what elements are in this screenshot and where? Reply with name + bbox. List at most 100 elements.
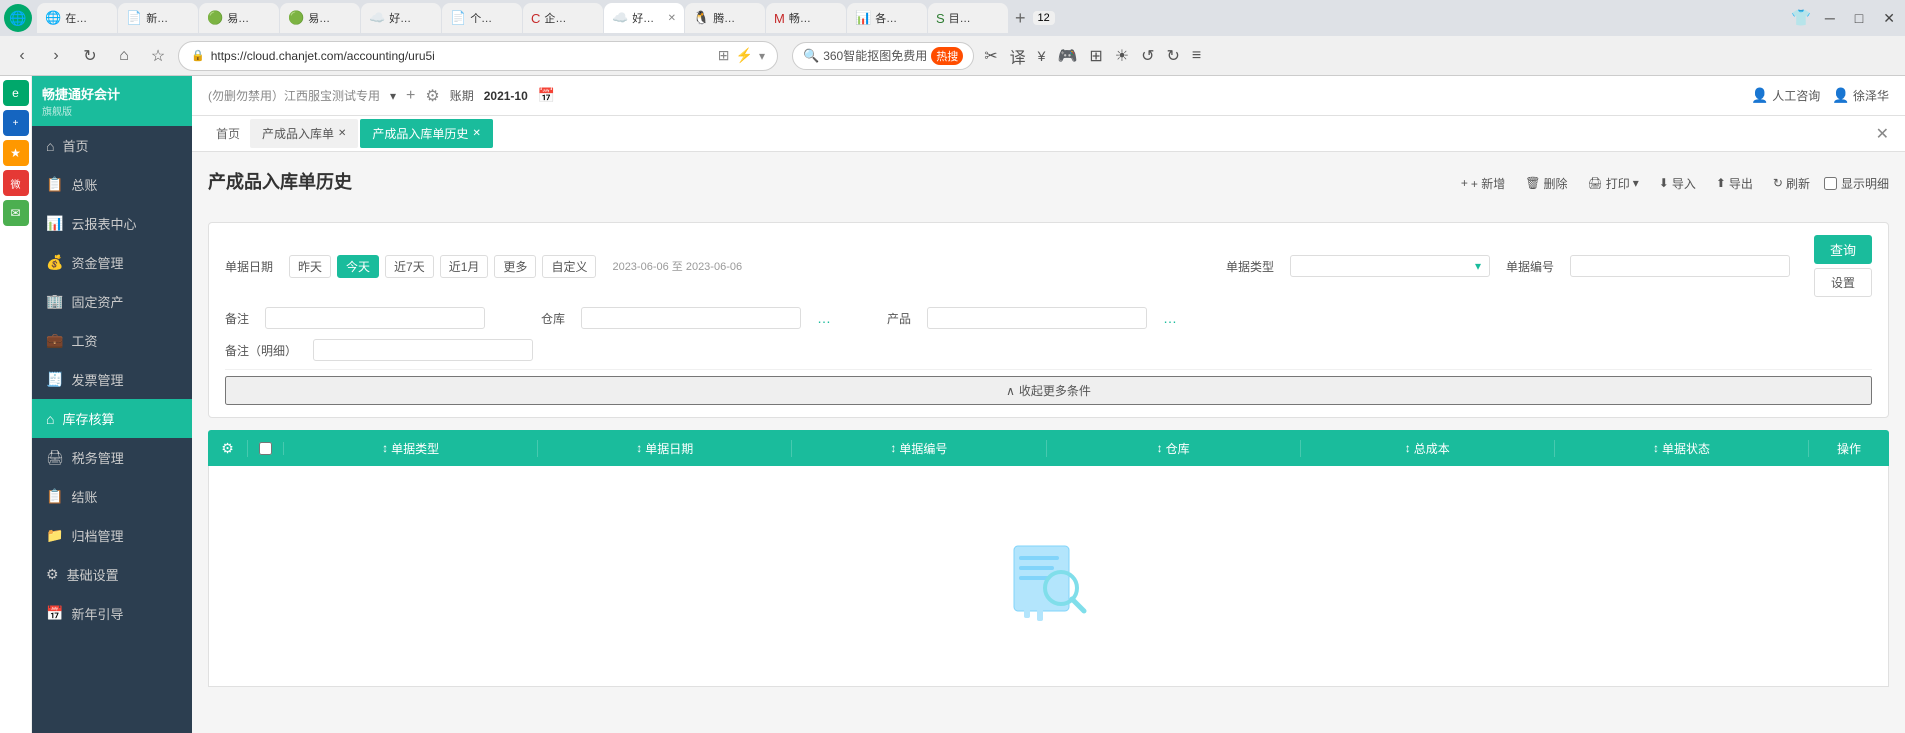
sidebar-item-fixed-assets[interactable]: 🏢 固定资产 [32,282,192,321]
sidebar-item-new-period[interactable]: 📅 新年引导 [32,594,192,633]
remark-input[interactable] [265,307,485,329]
tab-8-active[interactable]: ☁️ 好… ✕ [604,3,684,33]
shirt-icon[interactable]: 👕 [1791,8,1811,28]
maximize-button[interactable]: □ [1849,8,1869,28]
sidebar-item-fund[interactable]: 💰 资金管理 [32,243,192,282]
voucher-type-select[interactable]: ▾ [1290,255,1490,277]
redo-icon[interactable]: ↻ [1165,44,1182,68]
th-warehouse[interactable]: ↕ 仓库 [1047,440,1301,457]
th-checkbox[interactable] [248,442,284,455]
app-icon-360[interactable]: e [3,80,29,106]
tab-7[interactable]: C 企… [523,3,603,33]
print-button[interactable]: 🖨 打印 ▾ [1581,172,1644,195]
grid-apps-icon[interactable]: ⊞ [1087,44,1104,68]
select-all-checkbox[interactable] [259,442,272,455]
th-status[interactable]: ↕ 单据状态 [1555,440,1809,457]
export-button[interactable]: ⬆ 导出 [1710,172,1759,195]
new-tab-button[interactable]: + [1009,8,1032,29]
sidebar-item-payroll[interactable]: 💼 工资 [32,321,192,360]
remark-detail-input[interactable] [313,339,533,361]
close-panel-button[interactable]: ✕ [1876,124,1889,144]
delete-button[interactable]: 🗑 删除 [1519,172,1573,195]
th-voucher-type[interactable]: ↕ 单据类型 [284,440,538,457]
sidebar-item-basic-settings[interactable]: ⚙ 基础设置 [32,555,192,594]
add-company-button[interactable]: + [406,87,415,105]
product-dots[interactable]: … [1163,310,1177,326]
sidebar-item-home[interactable]: ⌂ 首页 [32,126,192,165]
minimize-button[interactable]: ─ [1819,8,1841,28]
th-voucher-date[interactable]: ↕ 单据日期 [538,440,792,457]
search-bar[interactable]: 🔍 360智能抠图免费用 热搜 [792,42,974,70]
tab-11[interactable]: 📊 各… [847,3,927,33]
filter-settings-button[interactable]: 设置 [1814,268,1872,297]
show-detail-checkbox[interactable] [1824,177,1837,190]
calendar-button[interactable]: 📅 [538,87,555,104]
bookmark-button[interactable]: ☆ [144,42,172,70]
product-input[interactable] [927,307,1147,329]
tab-5[interactable]: ☁️ 好… [361,3,441,33]
tab-10[interactable]: M 畅… [766,3,846,33]
tab-list[interactable]: 产成品入库单 ✕ [250,119,358,148]
grid-icon[interactable]: ⊞ [718,47,730,64]
date-today[interactable]: 今天 [337,255,379,278]
game-icon[interactable]: 🎮 [1055,44,1079,68]
yuan-icon[interactable]: ¥ [1036,46,1048,66]
lightning-icon[interactable]: ⚡ [736,47,753,64]
warehouse-input[interactable] [581,307,801,329]
translate-icon[interactable]: 译 [1008,42,1028,70]
app-icon-email[interactable]: ✉ [3,200,29,226]
tab-1[interactable]: 🌐 在… [37,3,117,33]
back-button[interactable]: ‹ [8,42,36,70]
tab-4[interactable]: 🟢 易… [280,3,360,33]
refresh-button[interactable]: ↻ 刷新 [1767,172,1816,195]
date-more[interactable]: 更多 [494,255,536,278]
menu-icon[interactable]: ≡ [1190,45,1203,67]
tab-3[interactable]: 🟢 易… [199,3,279,33]
refresh-button[interactable]: ↻ [76,42,104,70]
show-detail-label[interactable]: 显示明细 [1824,175,1889,192]
forward-button[interactable]: › [42,42,70,70]
sidebar-item-archive[interactable]: 📁 归档管理 [32,516,192,555]
breadcrumb-home[interactable]: 首页 [208,119,248,148]
th-voucher-no[interactable]: ↕ 单据编号 [792,440,1046,457]
user-avatar[interactable]: 👤 徐泽华 [1832,87,1889,104]
sidebar-item-tax[interactable]: 🖨 税务管理 [32,438,192,477]
date-yesterday[interactable]: 昨天 [289,255,331,278]
app-icon-blue[interactable]: + [3,110,29,136]
tab-12[interactable]: S 目… [928,3,1008,33]
tab-9[interactable]: 🐧 腾… [685,3,765,33]
company-select[interactable]: ▾ [390,89,396,103]
settings-header-button[interactable]: ⚙ [425,86,439,106]
scissors-icon[interactable]: ✂ [982,44,999,68]
voucher-no-input[interactable] [1570,255,1790,277]
sidebar-item-general-ledger[interactable]: 📋 总账 [32,165,192,204]
app-icon-star[interactable]: ★ [3,140,29,166]
dropdown-arrow[interactable]: ▾ [759,49,765,63]
warehouse-dots[interactable]: … [817,310,831,326]
add-button[interactable]: + + 新增 [1455,172,1511,195]
th-total-cost[interactable]: ↕ 总成本 [1301,440,1555,457]
tab-list-close[interactable]: ✕ [338,128,346,139]
sidebar-item-invoice[interactable]: 🧾 发票管理 [32,360,192,399]
brightness-icon[interactable]: ☀ [1113,44,1131,68]
url-bar[interactable]: 🔒 https://cloud.chanjet.com/accounting/u… [178,41,778,71]
date-1month[interactable]: 近1月 [440,255,489,278]
collapse-button[interactable]: ∧ 收起更多条件 [225,376,1872,405]
sidebar-item-cloud-report[interactable]: 📊 云报表中心 [32,204,192,243]
tab-history-close[interactable]: ✕ [472,128,480,139]
sidebar-item-checkout[interactable]: 📋 结账 [32,477,192,516]
undo-icon[interactable]: ↺ [1139,44,1156,68]
date-7days[interactable]: 近7天 [385,255,434,278]
app-icon-weibo[interactable]: 微 [3,170,29,196]
close-button[interactable]: ✕ [1877,8,1901,29]
date-custom[interactable]: 自定义 [542,255,596,278]
tab-8-close[interactable]: ✕ [668,13,676,24]
sidebar-item-inventory[interactable]: ⌂ 库存核算 [32,399,192,438]
tab-2[interactable]: 📄 新… [118,3,198,33]
home-button[interactable]: ⌂ [110,42,138,70]
query-button[interactable]: 查询 [1814,235,1872,264]
tab-history[interactable]: 产成品入库单历史 ✕ [360,119,492,148]
tab-6[interactable]: 📄 个… [442,3,522,33]
import-button[interactable]: ⬇ 导入 [1653,172,1702,195]
ai-consult[interactable]: 👤 人工咨询 [1751,87,1820,104]
